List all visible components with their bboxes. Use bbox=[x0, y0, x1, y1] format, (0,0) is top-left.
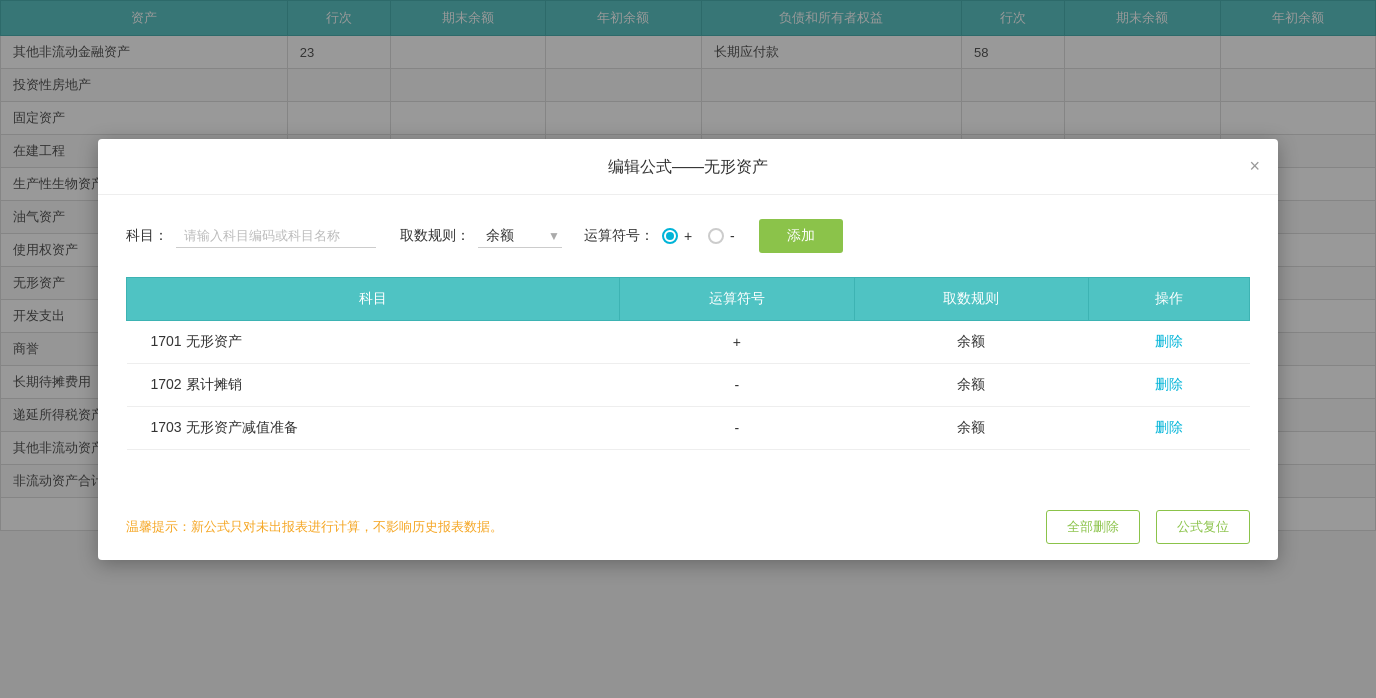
th-rule: 取数规则 bbox=[854, 277, 1089, 320]
formula-subject: 1702 累计摊销 bbox=[127, 363, 620, 406]
modal-footer: 温馨提示：新公式只对未出报表进行计算，不影响历史报表数据。 全部删除 公式复位 bbox=[98, 494, 1278, 560]
modal-title: 编辑公式——无形资产 bbox=[608, 158, 768, 175]
formula-operator: + bbox=[620, 320, 855, 363]
add-button[interactable]: 添加 bbox=[759, 219, 843, 253]
operator-plus-label: + bbox=[684, 228, 692, 244]
formula-rule: 余额 bbox=[854, 320, 1089, 363]
formula-action[interactable]: 删除 bbox=[1089, 363, 1250, 406]
rule-label: 取数规则： bbox=[400, 227, 470, 245]
formula-subject: 1703 无形资产减值准备 bbox=[127, 406, 620, 449]
subject-label: 科目： bbox=[126, 227, 168, 245]
radio-minus-indicator bbox=[708, 228, 724, 244]
reset-formula-button[interactable]: 公式复位 bbox=[1156, 510, 1250, 544]
form-row: 科目： 取数规则： 余额 借方 贷方 借方累计 贷方累计 ▼ bbox=[126, 219, 1250, 253]
th-subject: 科目 bbox=[127, 277, 620, 320]
formula-rule: 余额 bbox=[854, 363, 1089, 406]
footer-tip: 温馨提示：新公式只对未出报表进行计算，不影响历史报表数据。 bbox=[126, 518, 503, 536]
footer-buttons: 全部删除 公式复位 bbox=[1046, 510, 1250, 544]
rule-select-wrapper: 余额 借方 贷方 借方累计 贷方累计 ▼ bbox=[478, 223, 560, 248]
formula-row: 1703 无形资产减值准备-余额 删除 bbox=[127, 406, 1250, 449]
operator-radio-group: + - bbox=[662, 228, 735, 244]
modal-dialog: 编辑公式——无形资产 × 科目： 取数规则： 余额 借方 bbox=[98, 139, 1278, 560]
rule-select[interactable]: 余额 借方 贷方 借方累计 贷方累计 bbox=[478, 223, 562, 248]
delete-row-link[interactable]: 删除 bbox=[1155, 333, 1183, 349]
operator-minus-radio[interactable]: - bbox=[708, 228, 735, 244]
operator-plus-radio[interactable]: + bbox=[662, 228, 692, 244]
delete-row-link[interactable]: 删除 bbox=[1155, 376, 1183, 392]
modal-close-button[interactable]: × bbox=[1249, 157, 1260, 175]
modal-body: 科目： 取数规则： 余额 借方 贷方 借方累计 贷方累计 ▼ bbox=[98, 195, 1278, 494]
subject-input[interactable] bbox=[176, 223, 376, 248]
th-action: 操作 bbox=[1089, 277, 1250, 320]
formula-action[interactable]: 删除 bbox=[1089, 406, 1250, 449]
th-operator: 运算符号 bbox=[620, 277, 855, 320]
modal-overlay: 编辑公式——无形资产 × 科目： 取数规则： 余额 借方 bbox=[0, 0, 1376, 698]
rule-group: 取数规则： 余额 借方 贷方 借方累计 贷方累计 ▼ bbox=[400, 223, 560, 248]
formula-rule: 余额 bbox=[854, 406, 1089, 449]
formula-action[interactable]: 删除 bbox=[1089, 320, 1250, 363]
table-header-row: 科目 运算符号 取数规则 操作 bbox=[127, 277, 1250, 320]
formula-operator: - bbox=[620, 406, 855, 449]
operator-label: 运算符号： bbox=[584, 227, 654, 245]
formula-subject: 1701 无形资产 bbox=[127, 320, 620, 363]
formula-row: 1701 无形资产+余额 删除 bbox=[127, 320, 1250, 363]
delete-all-button[interactable]: 全部删除 bbox=[1046, 510, 1140, 544]
delete-row-link[interactable]: 删除 bbox=[1155, 419, 1183, 435]
formula-operator: - bbox=[620, 363, 855, 406]
operator-group: 运算符号： + - bbox=[584, 227, 735, 245]
subject-group: 科目： bbox=[126, 223, 376, 248]
operator-minus-label: - bbox=[730, 228, 735, 244]
formula-row: 1702 累计摊销-余额 删除 bbox=[127, 363, 1250, 406]
formula-table: 科目 运算符号 取数规则 操作 1701 无形资产+余额删除1702 累计摊销-… bbox=[126, 277, 1250, 450]
radio-plus-indicator bbox=[662, 228, 678, 244]
modal-header: 编辑公式——无形资产 × bbox=[98, 139, 1278, 195]
